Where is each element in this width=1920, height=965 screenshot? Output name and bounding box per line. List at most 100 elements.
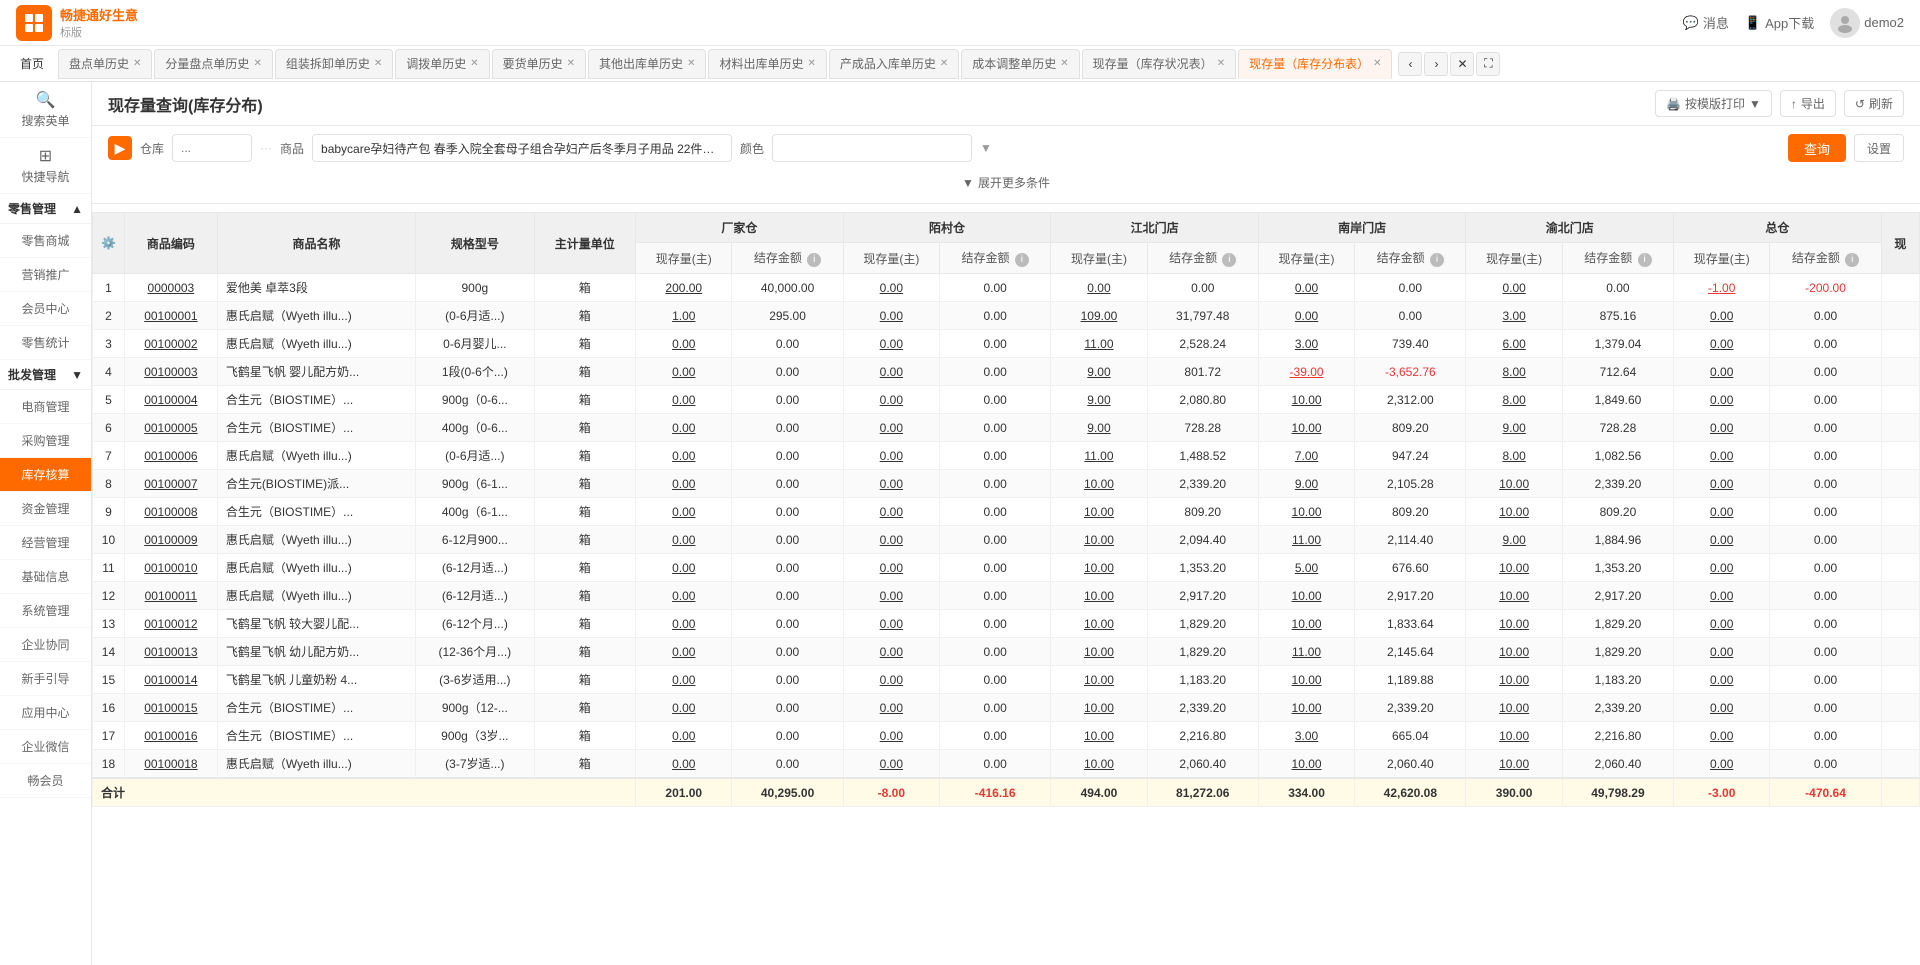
td-code[interactable]: 00100003	[124, 358, 217, 386]
info-icon-2[interactable]: i	[1015, 253, 1029, 267]
td-na-qty[interactable]: 10.00	[1258, 694, 1354, 722]
td-jb-qty[interactable]: 10.00	[1051, 610, 1147, 638]
td-f-qty[interactable]: 0.00	[636, 666, 732, 694]
tab-close-diaobodanhls[interactable]: ✕	[470, 58, 478, 69]
sidebar-item-retailshop[interactable]: 零售商城	[0, 224, 91, 258]
sidebar-section-wholesale[interactable]: 批发管理▼	[0, 360, 91, 390]
td-mc-qty[interactable]: 0.00	[843, 414, 939, 442]
tab-close-btn[interactable]: ✕	[1450, 52, 1474, 76]
sidebar-section-retail[interactable]: 零售管理▲	[0, 194, 91, 224]
td-yb-qty[interactable]: 10.00	[1466, 498, 1562, 526]
sidebar-item-search[interactable]: 🔍 搜索英单	[0, 82, 91, 138]
td-jb-qty[interactable]: 10.00	[1051, 554, 1147, 582]
tab-liaochuku[interactable]: 材料出库单历史✕	[708, 49, 826, 79]
td-tot-qty[interactable]: 0.00	[1674, 554, 1770, 582]
td-mc-qty[interactable]: 0.00	[843, 330, 939, 358]
td-yb-qty[interactable]: 8.00	[1466, 358, 1562, 386]
td-yb-qty[interactable]: 10.00	[1466, 638, 1562, 666]
expand-btn[interactable]: ▶	[108, 136, 132, 160]
tab-prev-btn[interactable]: ‹	[1398, 52, 1422, 76]
tab-chenben[interactable]: 成本调整单历史✕	[961, 49, 1079, 79]
td-tot-qty[interactable]: 0.00	[1674, 330, 1770, 358]
td-yb-qty[interactable]: 0.00	[1466, 274, 1562, 302]
td-tot-qty[interactable]: 0.00	[1674, 498, 1770, 526]
sidebar-item-appcenter[interactable]: 应用中心	[0, 696, 91, 730]
td-yb-qty[interactable]: 10.00	[1466, 666, 1562, 694]
td-mc-qty[interactable]: 0.00	[843, 386, 939, 414]
td-mc-qty[interactable]: 0.00	[843, 638, 939, 666]
tab-close-pandian[interactable]: ✕	[133, 58, 141, 69]
color-dropdown[interactable]: ▼	[980, 141, 992, 155]
td-f-qty[interactable]: 0.00	[636, 526, 732, 554]
td-tot-qty[interactable]: 0.00	[1674, 722, 1770, 750]
warehouse-input[interactable]	[172, 134, 252, 162]
td-yb-qty[interactable]: 8.00	[1466, 386, 1562, 414]
td-na-qty[interactable]: -39.00	[1258, 358, 1354, 386]
td-na-qty[interactable]: 9.00	[1258, 470, 1354, 498]
td-code[interactable]: 00100006	[124, 442, 217, 470]
td-jb-qty[interactable]: 9.00	[1051, 386, 1147, 414]
td-jb-qty[interactable]: 11.00	[1051, 330, 1147, 358]
td-jb-qty[interactable]: 109.00	[1051, 302, 1147, 330]
tab-qitachuku[interactable]: 其他出库单历史✕	[588, 49, 706, 79]
td-yb-qty[interactable]: 6.00	[1466, 330, 1562, 358]
td-mc-qty[interactable]: 0.00	[843, 498, 939, 526]
user-btn[interactable]: demo2	[1830, 8, 1904, 38]
td-yb-qty[interactable]: 10.00	[1466, 610, 1562, 638]
td-jb-qty[interactable]: 10.00	[1051, 582, 1147, 610]
tab-xiancunliang-dist[interactable]: 现存量（库存分布表）✕	[1238, 49, 1392, 79]
td-na-qty[interactable]: 10.00	[1258, 666, 1354, 694]
td-code[interactable]: 00100008	[124, 498, 217, 526]
td-jb-qty[interactable]: 10.00	[1051, 722, 1147, 750]
td-tot-qty[interactable]: 0.00	[1674, 442, 1770, 470]
td-mc-qty[interactable]: 0.00	[843, 666, 939, 694]
tab-fullscreen-btn[interactable]: ⛶	[1476, 52, 1500, 76]
tab-chanchengpinruku[interactable]: 产成品入库单历史✕	[829, 49, 959, 79]
sidebar-item-member2[interactable]: 畅会员	[0, 764, 91, 798]
td-jb-qty[interactable]: 9.00	[1051, 414, 1147, 442]
td-mc-qty[interactable]: 0.00	[843, 358, 939, 386]
td-code[interactable]: 00100011	[124, 582, 217, 610]
td-jb-qty[interactable]: 10.00	[1051, 526, 1147, 554]
tab-close-chenben[interactable]: ✕	[1060, 58, 1068, 69]
warehouse-dots[interactable]: ···	[260, 141, 272, 155]
sidebar-item-ecommerce[interactable]: 电商管理	[0, 390, 91, 424]
td-jb-qty[interactable]: 10.00	[1051, 694, 1147, 722]
td-f-qty[interactable]: 0.00	[636, 414, 732, 442]
td-code[interactable]: 00100010	[124, 554, 217, 582]
td-na-qty[interactable]: 10.00	[1258, 582, 1354, 610]
sidebar-item-collab[interactable]: 企业协同	[0, 628, 91, 662]
td-yb-qty[interactable]: 10.00	[1466, 554, 1562, 582]
td-tot-qty[interactable]: 0.00	[1674, 386, 1770, 414]
td-yb-qty[interactable]: 10.00	[1466, 694, 1562, 722]
td-f-qty[interactable]: 0.00	[636, 498, 732, 526]
td-f-qty[interactable]: 0.00	[636, 358, 732, 386]
td-jb-qty[interactable]: 0.00	[1051, 274, 1147, 302]
sidebar-item-system[interactable]: 系统管理	[0, 594, 91, 628]
td-na-qty[interactable]: 7.00	[1258, 442, 1354, 470]
tab-close-yaohuo[interactable]: ✕	[567, 58, 575, 69]
td-code[interactable]: 00100009	[124, 526, 217, 554]
tab-close-zuzhechaixie[interactable]: ✕	[374, 58, 382, 69]
tab-zuzhechaixie[interactable]: 组装拆卸单历史✕	[275, 49, 393, 79]
sidebar-item-purchase[interactable]: 采购管理	[0, 424, 91, 458]
sidebar-item-retailstat[interactable]: 零售统计	[0, 326, 91, 360]
sidebar-item-operations[interactable]: 经营管理	[0, 526, 91, 560]
td-na-qty[interactable]: 10.00	[1258, 386, 1354, 414]
info-icon-4[interactable]: i	[1430, 253, 1444, 267]
td-code[interactable]: 00100005	[124, 414, 217, 442]
td-tot-qty[interactable]: 0.00	[1674, 526, 1770, 554]
print-btn[interactable]: 🖨️ 按模版打印 ▼	[1655, 90, 1772, 117]
td-jb-qty[interactable]: 10.00	[1051, 638, 1147, 666]
info-icon-1[interactable]: i	[807, 253, 821, 267]
td-yb-qty[interactable]: 8.00	[1466, 442, 1562, 470]
td-na-qty[interactable]: 10.00	[1258, 414, 1354, 442]
td-yb-qty[interactable]: 3.00	[1466, 302, 1562, 330]
td-na-qty[interactable]: 5.00	[1258, 554, 1354, 582]
td-tot-qty[interactable]: 0.00	[1674, 470, 1770, 498]
td-na-qty[interactable]: 3.00	[1258, 722, 1354, 750]
td-na-qty[interactable]: 10.00	[1258, 610, 1354, 638]
td-na-qty[interactable]: 0.00	[1258, 302, 1354, 330]
td-yb-qty[interactable]: 10.00	[1466, 470, 1562, 498]
tab-home[interactable]: 首页	[8, 51, 56, 76]
